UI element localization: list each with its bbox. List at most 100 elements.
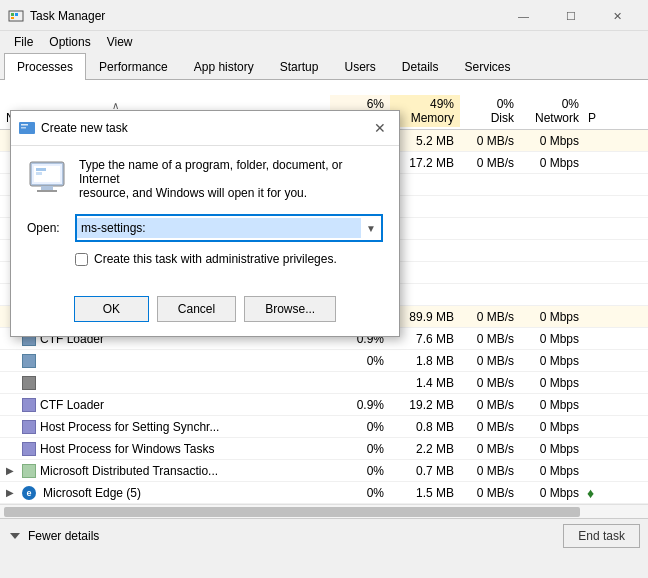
fewer-details-label: Fewer details — [28, 529, 99, 543]
end-task-button[interactable]: End task — [563, 524, 640, 548]
row-status — [230, 492, 330, 494]
table-row-14mb[interactable]: 1.4 MB 0 MB/s 0 Mbps — [0, 372, 648, 394]
row-net: 0 Mbps — [520, 419, 585, 435]
row-name-host-setting: Host Process for Setting Synchr... — [0, 419, 230, 435]
open-input-wrap: ▼ — [75, 214, 383, 242]
create-task-dialog: Create new task ✕ Type the nam — [10, 110, 400, 337]
row-net: 0 Mbps — [520, 375, 585, 391]
admin-checkbox[interactable] — [75, 253, 88, 266]
dialog-body: Type the name of a program, folder, docu… — [11, 146, 399, 288]
row-net: 0 Mbps — [520, 133, 585, 149]
svg-rect-9 — [41, 186, 53, 190]
row-cpu — [330, 382, 390, 384]
dropdown-button[interactable]: ▼ — [361, 216, 381, 240]
dialog-icon — [19, 120, 35, 136]
svg-rect-5 — [21, 124, 28, 126]
row-name-ms-distrib: ▶ Microsoft Distributed Transactio... — [0, 463, 230, 479]
row-cpu: 0% — [330, 441, 390, 457]
menu-file[interactable]: File — [6, 33, 41, 51]
expand-icon[interactable]: ▶ — [6, 465, 18, 476]
svg-rect-10 — [37, 190, 57, 192]
minimize-button[interactable]: — — [501, 6, 546, 26]
dialog-titlebar: Create new task ✕ — [11, 111, 399, 146]
scroll-thumb — [4, 507, 580, 517]
menu-view[interactable]: View — [99, 33, 141, 51]
row-disk: 0 MB/s — [460, 441, 520, 457]
browse-button[interactable]: Browse... — [244, 296, 336, 322]
bottom-bar: Fewer details End task — [0, 518, 648, 552]
row-net: 0 Mbps — [520, 353, 585, 369]
row-p — [585, 448, 605, 450]
admin-checkbox-label[interactable]: Create this task with administrative pri… — [94, 252, 337, 266]
dialog-close-button[interactable]: ✕ — [369, 117, 391, 139]
tab-details[interactable]: Details — [389, 53, 452, 80]
svg-rect-1 — [11, 13, 14, 16]
row-disk: 0 MB/s — [460, 353, 520, 369]
process-icon-distrib — [22, 464, 36, 478]
tab-processes[interactable]: Processes — [4, 53, 86, 80]
row-mem: 7.6 MB — [390, 331, 460, 347]
tab-users[interactable]: Users — [331, 53, 388, 80]
dialog-title: Create new task — [19, 120, 128, 136]
row-disk: 0 MB/s — [460, 331, 520, 347]
table-row-ms-edge[interactable]: ▶ e Microsoft Edge (5) 0% 1.5 MB 0 MB/s … — [0, 482, 648, 504]
dialog-icon-row: Type the name of a program, folder, docu… — [27, 158, 383, 200]
row-cpu: 0.9% — [330, 397, 390, 413]
svg-rect-12 — [36, 168, 46, 171]
row-mem: 2.2 MB — [390, 441, 460, 457]
row-p — [585, 360, 605, 362]
open-label: Open: — [27, 221, 67, 235]
row-disk: 0 MB/s — [460, 419, 520, 435]
table-row-18mb[interactable]: 0% 1.8 MB 0 MB/s 0 Mbps — [0, 350, 648, 372]
row-cpu: 0% — [330, 485, 390, 501]
dialog-description: Type the name of a program, folder, docu… — [79, 158, 383, 200]
row-p — [585, 338, 605, 340]
col-header-p: P — [585, 109, 605, 127]
open-input[interactable] — [77, 218, 361, 238]
process-icon-14mb — [22, 376, 36, 390]
fewer-details-icon — [8, 529, 22, 543]
dialog-buttons: OK Cancel Browse... — [11, 288, 399, 336]
title-bar: Task Manager — ☐ ✕ — [0, 0, 648, 31]
row-p — [585, 162, 605, 164]
table-row-ms-distrib[interactable]: ▶ Microsoft Distributed Transactio... 0%… — [0, 460, 648, 482]
table-row-host-tasks[interactable]: Host Process for Windows Tasks 0% 2.2 MB… — [0, 438, 648, 460]
tab-startup[interactable]: Startup — [267, 53, 332, 80]
scroll-track — [4, 507, 644, 517]
row-net: 0 Mbps — [520, 155, 585, 171]
svg-rect-2 — [15, 13, 18, 16]
row-mem: 1.8 MB — [390, 353, 460, 369]
tab-bar: Processes Performance App history Startu… — [0, 53, 648, 80]
row-status — [230, 426, 330, 428]
tab-services[interactable]: Services — [452, 53, 524, 80]
row-name-18mb — [0, 353, 230, 369]
row-net: 0 Mbps — [520, 463, 585, 479]
app-icon — [8, 8, 24, 24]
tab-app-history[interactable]: App history — [181, 53, 267, 80]
col-header-memory[interactable]: 49% Memory — [390, 95, 460, 127]
row-cpu: 0% — [330, 463, 390, 479]
table-row-host-setting[interactable]: Host Process for Setting Synchr... 0% 0.… — [0, 416, 648, 438]
table-row-ctf2[interactable]: CTF Loader 0.9% 19.2 MB 0 MB/s 0 Mbps — [0, 394, 648, 416]
col-header-disk[interactable]: 0% Disk — [460, 95, 520, 127]
row-status — [230, 360, 330, 362]
ok-button[interactable]: OK — [74, 296, 149, 322]
menu-options[interactable]: Options — [41, 33, 98, 51]
row-mem: 0.8 MB — [390, 419, 460, 435]
col-header-network[interactable]: 0% Network — [520, 95, 585, 127]
row-status — [230, 338, 330, 340]
row-mem bg-mem-med: 19.2 MB — [390, 397, 460, 413]
row-mem: 89.9 MB — [390, 309, 460, 325]
row-disk: 0 MB/s — [460, 375, 520, 391]
cancel-button[interactable]: Cancel — [157, 296, 236, 322]
maximize-button[interactable]: ☐ — [548, 6, 593, 26]
close-button[interactable]: ✕ — [595, 6, 640, 26]
row-disk: 0 MB/s — [460, 309, 520, 325]
row-status — [230, 470, 330, 472]
expand-icon[interactable]: ▶ — [6, 487, 18, 498]
app-title: Task Manager — [30, 9, 105, 23]
tab-performance[interactable]: Performance — [86, 53, 181, 80]
process-icon-tasks — [22, 442, 36, 456]
fewer-details-button[interactable]: Fewer details — [8, 529, 99, 543]
horizontal-scrollbar[interactable] — [0, 504, 648, 518]
